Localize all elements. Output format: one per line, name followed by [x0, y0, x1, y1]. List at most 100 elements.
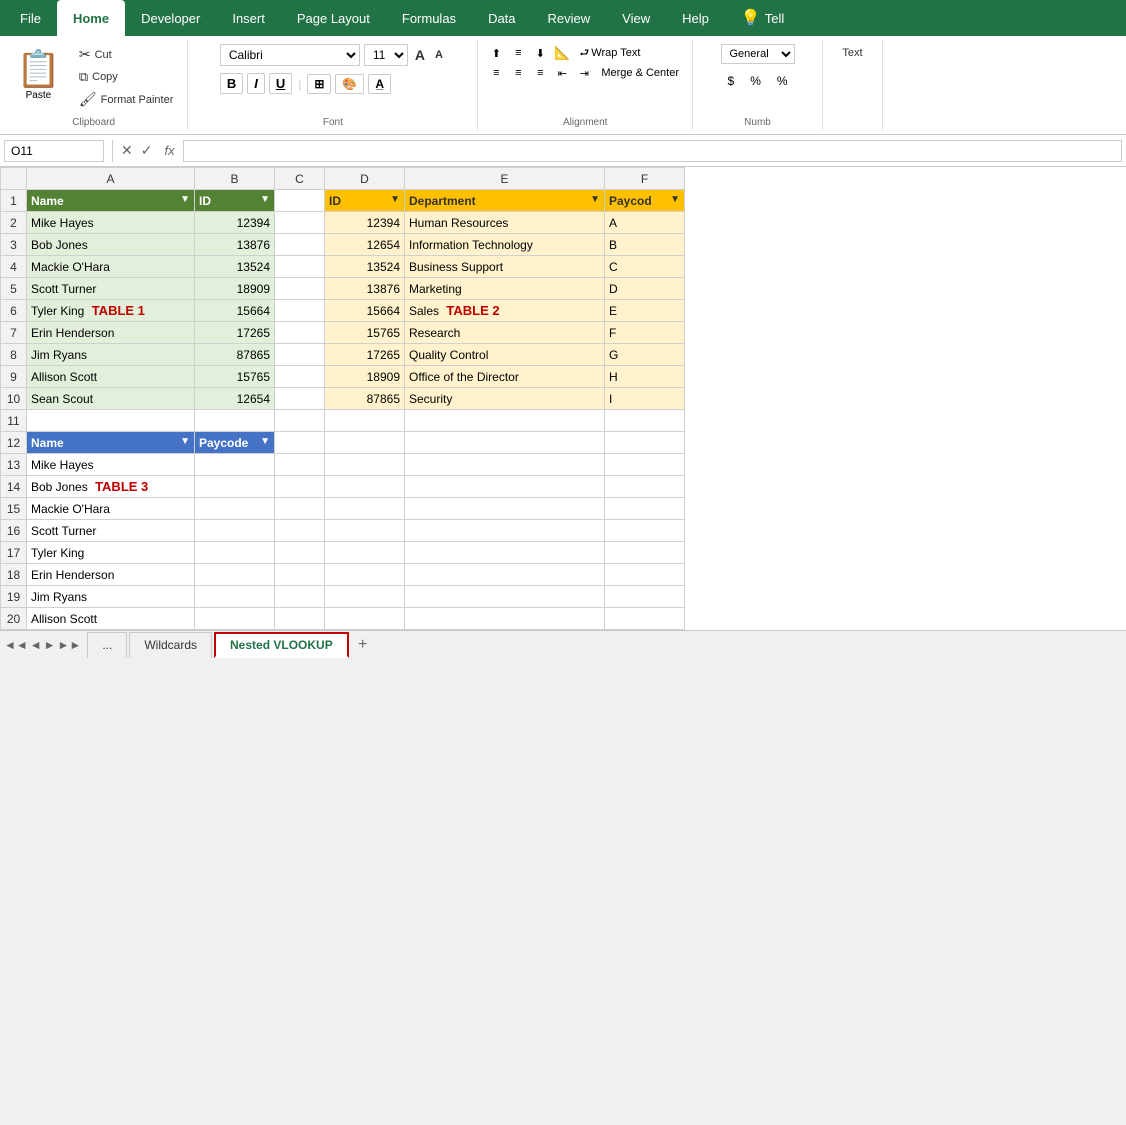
sheet-tab-nested-vlookup[interactable]: Nested VLOOKUP — [214, 632, 349, 658]
cell-f12[interactable] — [605, 432, 685, 454]
formula-input[interactable] — [183, 140, 1122, 162]
cell-e14[interactable] — [405, 476, 605, 498]
cut-button[interactable]: ✂ Cut — [73, 44, 180, 65]
cell-a17[interactable]: Tyler King — [27, 542, 195, 564]
cell-b5[interactable]: 18909 — [195, 278, 275, 300]
cell-f8[interactable]: G — [605, 344, 685, 366]
cell-d11[interactable] — [325, 410, 405, 432]
cell-e19[interactable] — [405, 586, 605, 608]
font-name-select[interactable]: Calibri — [220, 44, 360, 66]
tab-developer[interactable]: Developer — [125, 0, 216, 36]
cell-e8[interactable]: Quality Control — [405, 344, 605, 366]
tab-tell[interactable]: 💡 Tell — [725, 0, 800, 36]
cell-b19[interactable] — [195, 586, 275, 608]
dropdown-arrow[interactable]: ▼ — [180, 194, 190, 205]
underline-button[interactable]: U — [269, 73, 292, 94]
cell-d6[interactable]: 15664 — [325, 300, 405, 322]
tab-data[interactable]: Data — [472, 0, 531, 36]
row-header-14[interactable]: 14 — [1, 476, 27, 498]
cell-b13[interactable] — [195, 454, 275, 476]
dropdown-arrow[interactable]: ▼ — [260, 436, 270, 447]
borders-button[interactable]: ⊞ — [307, 74, 331, 94]
cell-d14[interactable] — [325, 476, 405, 498]
row-header-12[interactable]: 12 — [1, 432, 27, 454]
cell-a9[interactable]: Allison Scott — [27, 366, 195, 388]
sheet-tab-wildcards[interactable]: Wildcards — [129, 632, 212, 658]
cell-e9[interactable]: Office of the Director — [405, 366, 605, 388]
cell-c3[interactable] — [275, 234, 325, 256]
cell-f19[interactable] — [605, 586, 685, 608]
cell-f18[interactable] — [605, 564, 685, 586]
row-header-15[interactable]: 15 — [1, 498, 27, 520]
align-top-button[interactable]: ⬆ — [486, 44, 506, 62]
row-header-3[interactable]: 3 — [1, 234, 27, 256]
cell-f9[interactable]: H — [605, 366, 685, 388]
cell-a20[interactable]: Allison Scott — [27, 608, 195, 630]
row-header-19[interactable]: 19 — [1, 586, 27, 608]
cell-a19[interactable]: Jim Ryans — [27, 586, 195, 608]
cell-c4[interactable] — [275, 256, 325, 278]
cell-c16[interactable] — [275, 520, 325, 542]
cell-f10[interactable]: I — [605, 388, 685, 410]
cell-f2[interactable]: A — [605, 212, 685, 234]
cell-b1[interactable]: ID ▼ — [195, 190, 275, 212]
cell-b4[interactable]: 13524 — [195, 256, 275, 278]
cell-e16[interactable] — [405, 520, 605, 542]
cell-b20[interactable] — [195, 608, 275, 630]
cell-b10[interactable]: 12654 — [195, 388, 275, 410]
cell-d16[interactable] — [325, 520, 405, 542]
dropdown-arrow[interactable]: ▼ — [260, 194, 270, 205]
cell-b14[interactable] — [195, 476, 275, 498]
cell-a1[interactable]: Name ▼ — [27, 190, 195, 212]
row-header-20[interactable]: 20 — [1, 608, 27, 630]
cell-c5[interactable] — [275, 278, 325, 300]
right-align-button[interactable]: ≡ — [530, 64, 550, 82]
fx-icon[interactable]: fx — [156, 143, 182, 158]
cell-e18[interactable] — [405, 564, 605, 586]
fill-color-button[interactable]: 🎨 — [335, 74, 364, 94]
cell-b15[interactable] — [195, 498, 275, 520]
cell-e12[interactable] — [405, 432, 605, 454]
cell-c12[interactable] — [275, 432, 325, 454]
cell-b18[interactable] — [195, 564, 275, 586]
format-painter-button[interactable]: 🖌 Format Painter — [73, 89, 180, 110]
dropdown-arrow[interactable]: ▼ — [670, 194, 680, 205]
orientation-button[interactable]: 📐 — [552, 44, 572, 62]
cell-f4[interactable]: C — [605, 256, 685, 278]
increase-indent-button[interactable]: ⇥ — [574, 64, 594, 82]
formula-cancel-icon[interactable]: ✕ — [117, 142, 137, 159]
text-button[interactable]: Text — [833, 44, 873, 62]
row-header-11[interactable]: 11 — [1, 410, 27, 432]
comma-button[interactable]: % — [770, 71, 795, 91]
cell-b6[interactable]: 15664 — [195, 300, 275, 322]
cell-a10[interactable]: Sean Scout — [27, 388, 195, 410]
cell-a18[interactable]: Erin Henderson — [27, 564, 195, 586]
cell-c18[interactable] — [275, 564, 325, 586]
cell-a13[interactable]: Mike Hayes — [27, 454, 195, 476]
cell-d18[interactable] — [325, 564, 405, 586]
align-bottom-button[interactable]: ⬇ — [530, 44, 550, 62]
cell-c15[interactable] — [275, 498, 325, 520]
cell-e15[interactable] — [405, 498, 605, 520]
cell-a6[interactable]: Tyler King TABLE 1 — [27, 300, 195, 322]
cell-c14[interactable] — [275, 476, 325, 498]
cell-f7[interactable]: F — [605, 322, 685, 344]
row-header-6[interactable]: 6 — [1, 300, 27, 322]
cell-d2[interactable]: 12394 — [325, 212, 405, 234]
cell-e13[interactable] — [405, 454, 605, 476]
cell-f3[interactable]: B — [605, 234, 685, 256]
cell-c7[interactable] — [275, 322, 325, 344]
cell-d5[interactable]: 13876 — [325, 278, 405, 300]
decrease-indent-button[interactable]: ⇤ — [552, 64, 572, 82]
cell-d8[interactable]: 17265 — [325, 344, 405, 366]
cell-a14[interactable]: Bob Jones TABLE 3 — [27, 476, 195, 498]
nav-prev[interactable]: ◄ — [30, 638, 42, 652]
cell-a5[interactable]: Scott Turner — [27, 278, 195, 300]
row-header-9[interactable]: 9 — [1, 366, 27, 388]
cell-f15[interactable] — [605, 498, 685, 520]
row-header-5[interactable]: 5 — [1, 278, 27, 300]
row-header-18[interactable]: 18 — [1, 564, 27, 586]
wrap-text-button[interactable]: ⮐ Wrap Text — [574, 44, 645, 62]
formula-confirm-icon[interactable]: ✓ — [137, 142, 157, 159]
col-header-c[interactable]: C — [275, 168, 325, 190]
